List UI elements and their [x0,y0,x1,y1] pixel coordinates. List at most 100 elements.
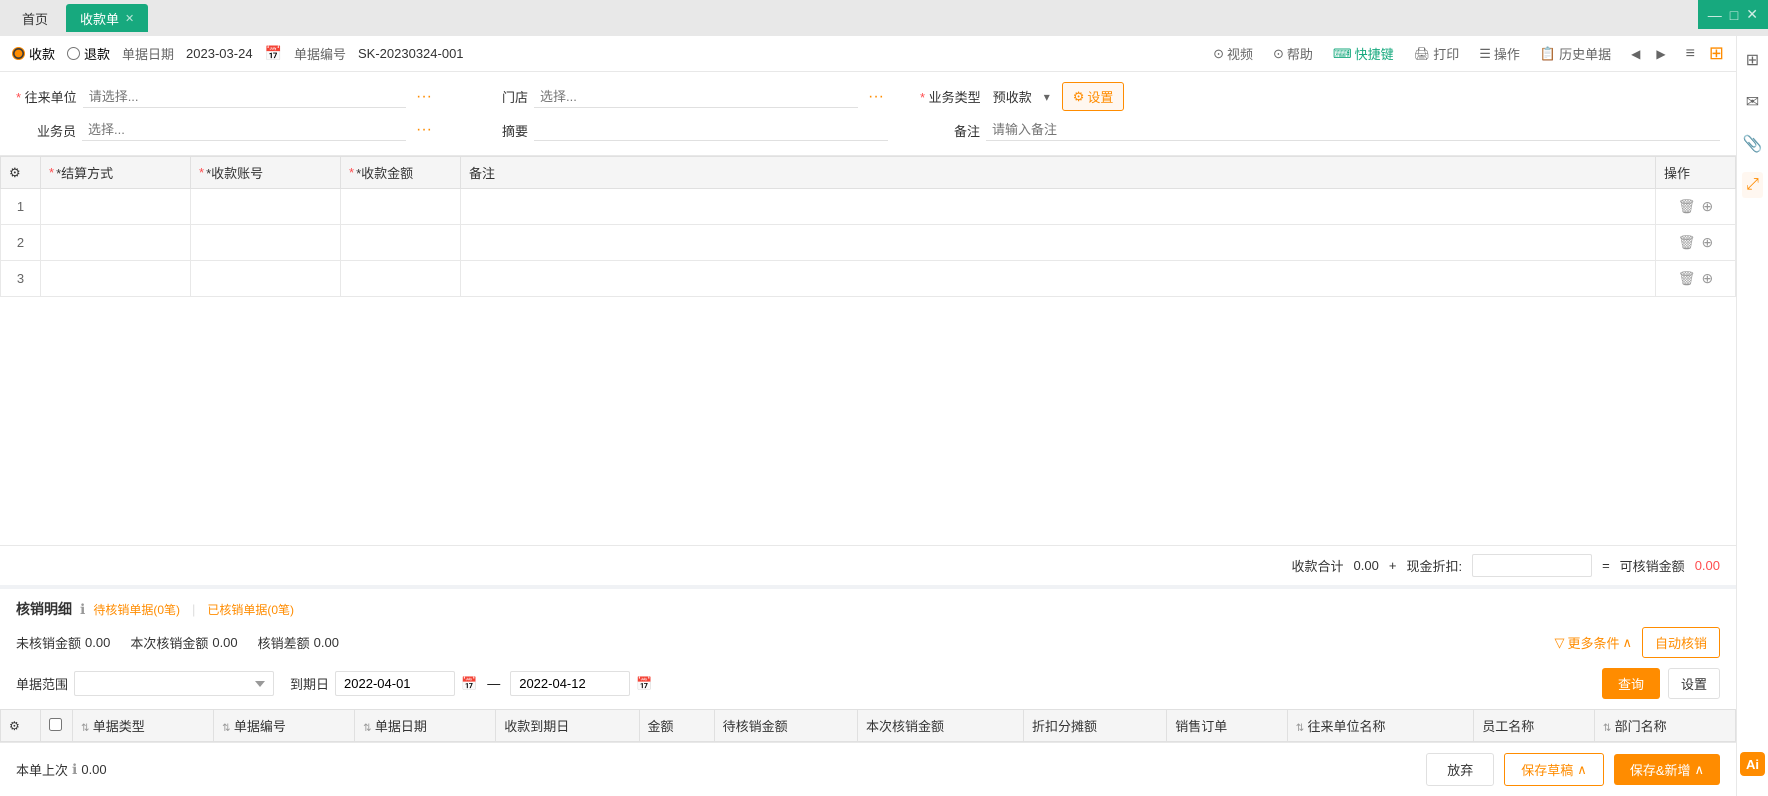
row2-payment-method[interactable] [41,225,191,261]
nav-next-btn[interactable]: ▶ [1650,45,1671,63]
maximize-btn[interactable]: □ [1730,7,1738,23]
row1-delete-icon[interactable]: 🗑 [1678,198,1696,215]
col-payment-method: * *结算方式 [41,157,191,189]
col-settings[interactable]: ⚙ [1,157,41,189]
close-btn[interactable]: ✕ [1746,6,1758,23]
ai-button[interactable]: Ai [1740,752,1765,776]
pending-tab-link[interactable]: 待核销单据(0笔) [93,601,180,618]
row3-notes[interactable] [461,261,1656,297]
table-row: 2 🗑 ⊕ [1,225,1736,261]
partner-input[interactable] [83,86,406,108]
current-value: 0.00 [212,635,237,650]
date-from-input[interactable] [335,671,455,696]
row2-amount-input[interactable] [341,225,460,260]
partner-more-btn[interactable]: ··· [412,88,436,106]
row2-copy-icon[interactable]: ⊕ [1702,234,1714,251]
table-settings-button[interactable]: 设置 [1668,668,1720,699]
operation-btn[interactable]: ☰ 操作 [1473,42,1526,65]
history-btn[interactable]: 📋 历史单据 [1534,42,1617,65]
select-all-checkbox[interactable] [49,718,62,731]
row2-payment-method-input[interactable] [41,225,190,260]
tab-receipt[interactable]: 收款单 ✕ [66,4,148,32]
row2-delete-icon[interactable]: 🗑 [1678,234,1696,251]
sort-icon5: ⇅ [1603,723,1611,734]
row2-notes-input[interactable] [461,225,1655,260]
row2-account-input[interactable] [191,225,340,260]
row3-amount[interactable] [341,261,461,297]
refund-radio-input[interactable] [67,47,80,60]
sidebar-expand-icon[interactable]: ⤢ [1742,172,1763,198]
settings-button[interactable]: ⚙ 设置 [1062,82,1125,111]
grid-icon[interactable]: ⊞ [1709,43,1724,64]
row3-notes-input[interactable] [461,261,1655,296]
row2-account-number[interactable] [191,225,341,261]
bottom-table-section: ⚙ ⇅ 单据类型 ⇅ 单据编号 ⇅ 单据日期 [0,709,1736,742]
row1-actions: 🗑 ⊕ [1656,189,1736,225]
row1-account-number[interactable] [191,189,341,225]
business-type-dropdown-icon[interactable]: ▾ [1044,90,1050,104]
row1-notes-input[interactable] [461,189,1655,224]
row2-notes[interactable] [461,225,1656,261]
bt-col-checkbox[interactable] [41,710,73,742]
col-account-number: * *收款账号 [191,157,341,189]
query-button[interactable]: 查询 [1602,668,1660,699]
help-btn[interactable]: ⊙ 帮助 [1267,42,1319,65]
row1-copy-icon[interactable]: ⊕ [1702,198,1714,215]
receipt-radio-input[interactable] [12,47,25,60]
writeoff-section: 核销明细 ℹ 待核销单据(0笔) | 已核销单据(0笔) 未核销金额 0.00 … [0,585,1736,709]
save-draft-dropdown-icon[interactable]: ∧ [1577,762,1587,778]
date-cal-icon2[interactable]: 📅 [636,676,652,692]
salesperson-more-btn[interactable]: ··· [412,121,436,139]
sidebar-clip-icon[interactable]: 📎 [1739,130,1767,158]
summary-input[interactable] [534,119,888,141]
receipt-radio[interactable]: 收款 [12,44,55,63]
row3-action-icons: 🗑 ⊕ [1656,270,1735,287]
row1-account-input[interactable] [191,189,340,224]
salesperson-input[interactable] [82,119,406,141]
range-select[interactable] [74,671,274,696]
row3-amount-input[interactable] [341,261,460,296]
save-new-button[interactable]: 保存&新增 ∧ [1614,754,1720,785]
row1-payment-method-input[interactable] [41,189,190,224]
discard-button[interactable]: 放弃 [1426,753,1494,786]
bt-col-settings[interactable]: ⚙ [1,710,41,742]
bt-col-employee: 员工名称 [1474,710,1595,742]
sidebar-table-icon[interactable]: ⊞ [1742,46,1763,74]
tab-close-icon[interactable]: ✕ [125,12,134,25]
receipt-refund-group: 收款 退款 [12,44,110,63]
row3-delete-icon[interactable]: 🗑 [1678,270,1696,287]
shortcut-btn[interactable]: ⌨ 快捷键 [1327,42,1400,65]
row3-account-number[interactable] [191,261,341,297]
row2-amount[interactable] [341,225,461,261]
save-draft-button[interactable]: 保存草稿 ∧ [1504,753,1604,786]
row3-copy-icon[interactable]: ⊕ [1702,270,1714,287]
save-new-dropdown-icon[interactable]: ∧ [1694,762,1704,778]
print-btn[interactable]: 🖨 打印 [1408,42,1466,65]
video-btn[interactable]: ⊙ 视频 [1207,42,1259,65]
row1-payment-method[interactable] [41,189,191,225]
shop-input[interactable] [534,86,858,108]
date-picker-icon[interactable]: 📅 [265,45,282,62]
row1-amount[interactable] [341,189,461,225]
row3-payment-method-input[interactable] [41,261,190,296]
minimize-btn[interactable]: — [1708,7,1722,23]
writeoff-info-icon[interactable]: ℹ [80,601,85,618]
row3-payment-method[interactable] [41,261,191,297]
discount-input[interactable] [1472,554,1592,577]
nav-prev-btn[interactable]: ◀ [1625,45,1646,63]
shop-more-btn[interactable]: ··· [864,88,888,106]
auto-writeoff-button[interactable]: 自动核销 [1642,627,1720,658]
row1-amount-input[interactable] [341,189,460,224]
row3-account-input[interactable] [191,261,340,296]
refund-radio[interactable]: 退款 [67,44,110,63]
completed-tab-link[interactable]: 已核销单据(0笔) [207,601,294,618]
notes-input[interactable] [986,119,1720,141]
row1-notes[interactable] [461,189,1656,225]
more-conditions-btn[interactable]: ▽ 更多条件 ∧ [1554,633,1632,652]
sidebar-mail-icon[interactable]: ✉ [1742,88,1763,116]
tab-home[interactable]: 首页 [8,4,62,32]
date-cal-icon1[interactable]: 📅 [461,676,477,692]
date-to-input[interactable] [510,671,630,696]
footer-info-icon[interactable]: ℹ [72,761,77,778]
layout-icon[interactable]: ≡ [1680,43,1701,65]
